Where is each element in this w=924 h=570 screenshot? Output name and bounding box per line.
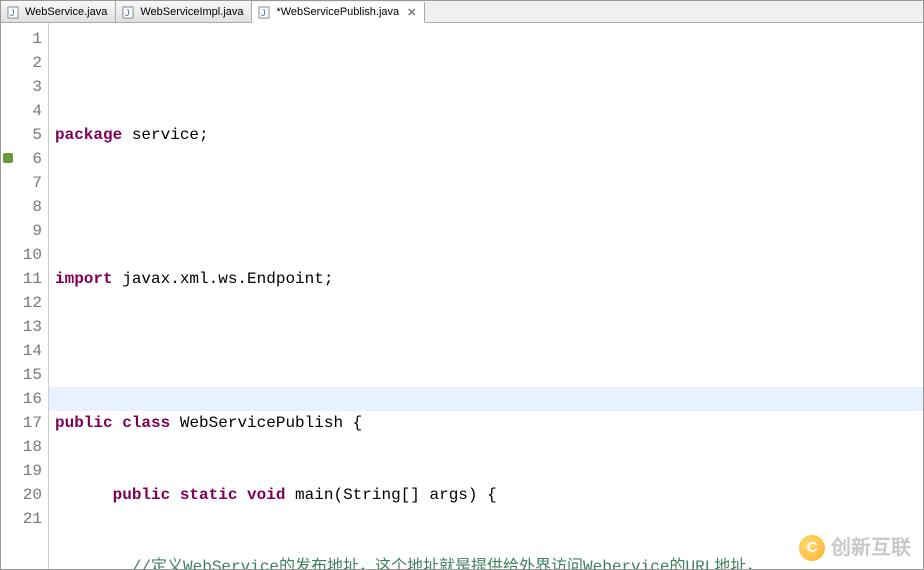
watermark: C 创新互联 bbox=[799, 535, 911, 561]
line-number: 6 bbox=[1, 147, 42, 171]
current-line-highlight bbox=[49, 387, 923, 411]
code-line: package service; bbox=[55, 123, 923, 147]
code-line: public static void main(String[] args) { bbox=[55, 483, 923, 507]
line-number: 3 bbox=[1, 75, 42, 99]
editor-body: 1 2 3 4 5 6 7 8 9 10 11 12 13 14 15 16 1… bbox=[1, 23, 923, 569]
tab-label: *WebServicePublish.java bbox=[276, 6, 399, 18]
java-file-icon: J bbox=[7, 5, 21, 19]
close-icon[interactable]: ✕ bbox=[407, 6, 416, 19]
line-number: 17 bbox=[1, 411, 42, 435]
line-number: 5 bbox=[1, 123, 42, 147]
line-number: 15 bbox=[1, 363, 42, 387]
line-number: 2 bbox=[1, 51, 42, 75]
line-number: 12 bbox=[1, 291, 42, 315]
svg-text:J: J bbox=[10, 8, 15, 18]
line-number: 7 bbox=[1, 171, 42, 195]
line-number: 11 bbox=[1, 267, 42, 291]
editor-window: J WebService.java J WebServiceImpl.java … bbox=[0, 0, 924, 570]
code-line bbox=[55, 339, 923, 363]
line-number: 20 bbox=[1, 483, 42, 507]
line-number: 19 bbox=[1, 459, 42, 483]
line-number: 18 bbox=[1, 435, 42, 459]
svg-text:J: J bbox=[125, 8, 130, 18]
editor-tabs: J WebService.java J WebServiceImpl.java … bbox=[1, 1, 923, 23]
java-file-icon: J bbox=[258, 5, 272, 19]
code-line: import javax.xml.ws.Endpoint; bbox=[55, 267, 923, 291]
watermark-text: 创新互联 bbox=[831, 536, 911, 560]
code-line: public class WebServicePublish { bbox=[55, 411, 923, 435]
line-number: 9 bbox=[1, 219, 42, 243]
code-line bbox=[55, 195, 923, 219]
svg-text:J: J bbox=[261, 8, 266, 18]
line-number: 8 bbox=[1, 195, 42, 219]
tab-webservice[interactable]: J WebService.java bbox=[1, 1, 116, 22]
watermark-logo-icon: C bbox=[799, 535, 825, 561]
tab-webserviceimpl[interactable]: J WebServiceImpl.java bbox=[116, 1, 252, 22]
line-number: 16 bbox=[1, 387, 42, 411]
line-number: 14 bbox=[1, 339, 42, 363]
java-file-icon: J bbox=[122, 5, 136, 19]
code-editor[interactable]: package service; import javax.xml.ws.End… bbox=[49, 23, 923, 569]
code-line: //定义WebService的发布地址，这个地址就是提供给外界访问Webervi… bbox=[55, 555, 923, 569]
line-number: 21 bbox=[1, 507, 42, 531]
tab-webservicepublish[interactable]: J *WebServicePublish.java ✕ bbox=[252, 2, 425, 23]
tab-label: WebServiceImpl.java bbox=[140, 6, 243, 18]
line-number-gutter: 1 2 3 4 5 6 7 8 9 10 11 12 13 14 15 16 1… bbox=[1, 23, 49, 569]
line-number: 13 bbox=[1, 315, 42, 339]
line-number: 10 bbox=[1, 243, 42, 267]
line-number: 1 bbox=[1, 27, 42, 51]
line-number: 4 bbox=[1, 99, 42, 123]
tab-label: WebService.java bbox=[25, 6, 107, 18]
